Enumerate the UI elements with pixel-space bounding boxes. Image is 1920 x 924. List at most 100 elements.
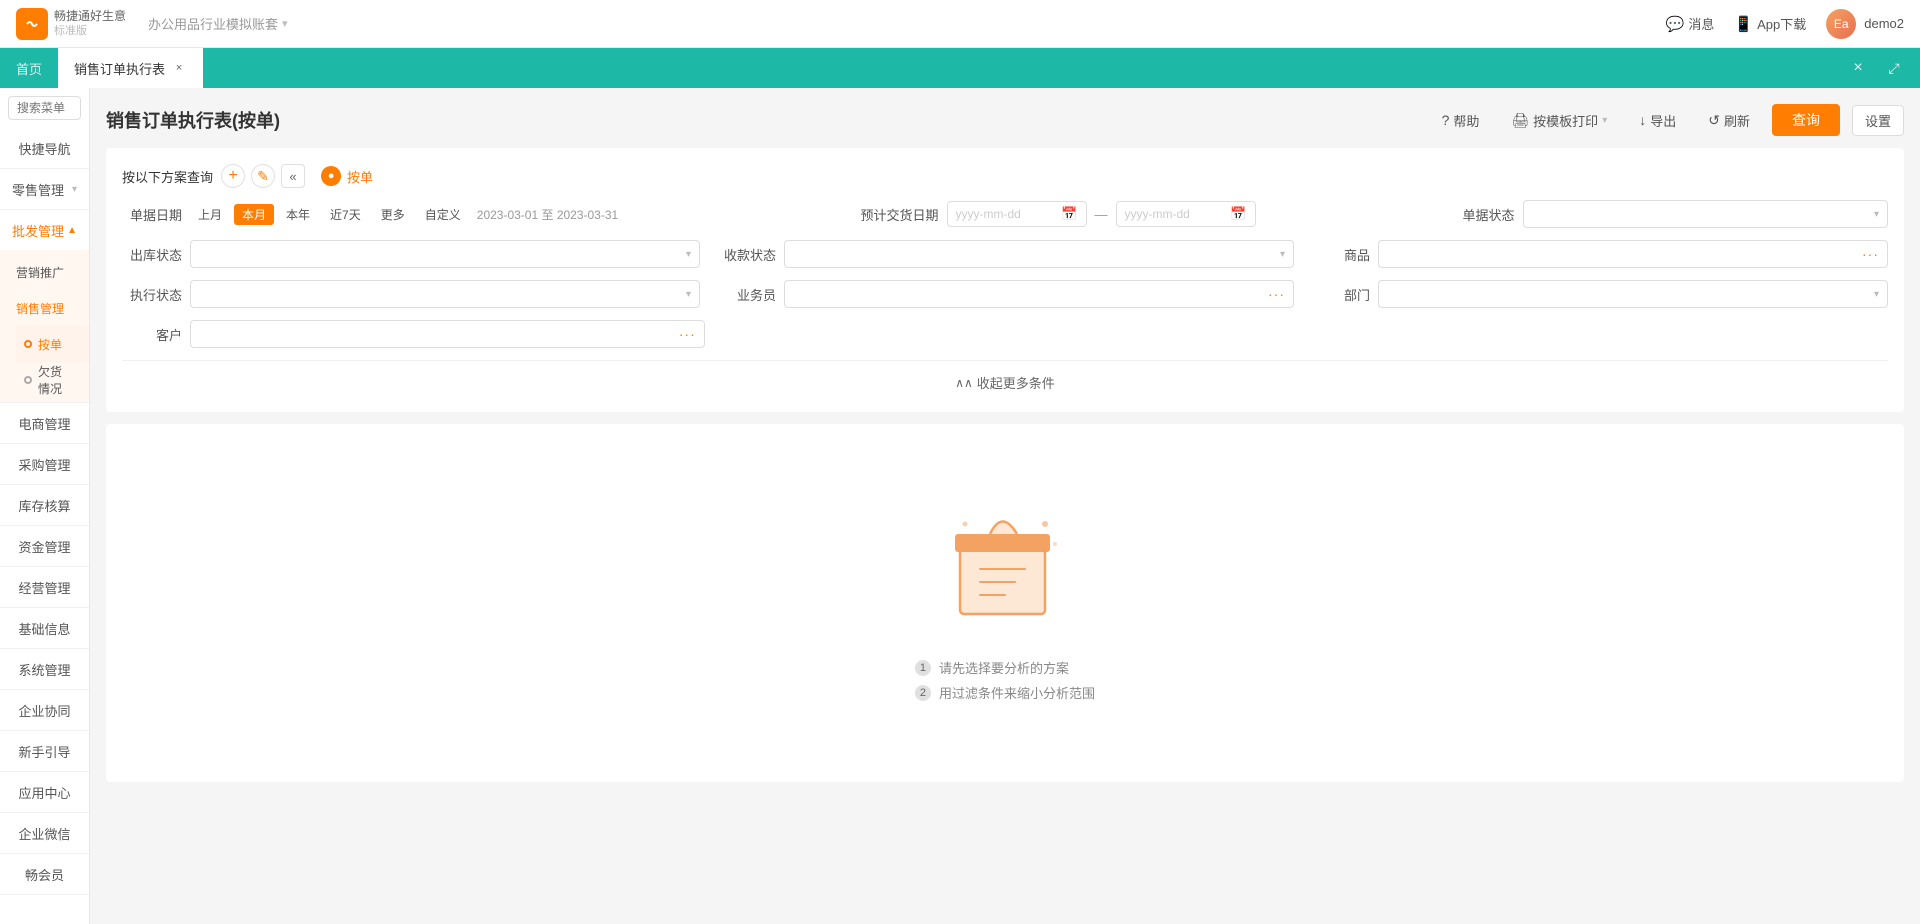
collapse-more-btn[interactable]: ∧∧ 收起更多条件 (943, 369, 1067, 396)
top-header: 畅捷通好生意 标准版 办公用品行业模拟账套 ▾ 💬 消息 📱 App下载 Ea … (0, 0, 1920, 48)
expected-date-group: yyyy-mm-dd 📅 — yyyy-mm-dd 📅 (947, 201, 1439, 227)
filter-dept-field: 部门 ▾ (1310, 280, 1888, 308)
sidebar-item-ecom[interactable]: 电商管理 (0, 403, 89, 443)
filter-toolbar: 按以下方案查询 + ✎ « ● 按单 (122, 164, 1888, 188)
sidebar-item-system[interactable]: 系统管理 (0, 649, 89, 689)
sidebar-item-coop[interactable]: 企业协同 (0, 690, 89, 730)
collect-select[interactable]: ▾ (784, 240, 1294, 268)
tab-close-window-btn[interactable]: × (1844, 54, 1872, 82)
goods-select[interactable]: ··· (1378, 240, 1888, 268)
dept-select[interactable]: ▾ (1378, 280, 1888, 308)
dot-icon (24, 376, 32, 384)
filter-row-1: 单据日期 上月 本月 本年 近7天 更多 自定义 2023-03-01 至 20… (122, 200, 1888, 228)
edit-scheme-btn[interactable]: ✎ (251, 164, 275, 188)
exec-select[interactable]: ▾ (190, 280, 700, 308)
query-btn[interactable]: 查询 (1772, 104, 1840, 136)
sidebar-item-apps[interactable]: 应用中心 (0, 772, 89, 812)
date-tab-last-month[interactable]: 上月 (190, 204, 230, 225)
empty-lines: 1 请先选择要分析的方案 2 用过滤条件来缩小分析范围 (915, 658, 1095, 702)
logo-icon (16, 8, 48, 40)
tab-expand-btn[interactable]: ⤢ (1880, 54, 1908, 82)
sidebar-item-wechat[interactable]: 企业微信 (0, 813, 89, 853)
sidebar-item-shortcut[interactable]: 快捷导航 (0, 128, 89, 168)
sidebar-sub-items: 按单 欠货情况 (0, 326, 89, 398)
filter-goods-field: 商品 ··· (1310, 240, 1888, 268)
logo-text-area: 畅捷通好生意 标准版 (54, 9, 126, 39)
delivery-select[interactable]: ▾ (190, 240, 700, 268)
filter-row-2: 出库状态 ▾ 收款状态 ▾ 商品 (122, 240, 1888, 268)
sidebar-wholesale-expanded: 营销推广 销售管理 按单 欠货情况 (0, 250, 89, 402)
collect-label: 收款状态 (716, 245, 776, 264)
collapse-sidebar-btn[interactable]: « (281, 164, 305, 188)
export-icon: ↓ (1639, 112, 1646, 128)
customer-select[interactable]: ··· (190, 320, 705, 348)
add-scheme-btn[interactable]: + (221, 164, 245, 188)
date-tab-this-month[interactable]: 本月 (234, 204, 274, 225)
date-field-label: 单据日期 (122, 205, 182, 224)
filter-collect-field: 收款状态 ▾ (716, 240, 1294, 268)
sidebar: 快捷导航 零售管理 ▾ 批发管理 ▲ 营销推广 销售管理 按单 (0, 88, 90, 924)
print-btn[interactable]: 🖨 按模板打印 ▾ (1501, 106, 1617, 135)
expected-date-label: 预计交货日期 (861, 205, 939, 224)
date-tab-more[interactable]: 更多 (373, 204, 413, 225)
empty-line-2: 2 用过滤条件来缩小分析范围 (915, 683, 1095, 702)
user-name: demo2 (1864, 16, 1904, 31)
sidebar-item-ops[interactable]: 经营管理 (0, 567, 89, 607)
header-left: 畅捷通好生意 标准版 办公用品行业模拟账套 ▾ (16, 8, 288, 40)
sidebar-sub-item-backorder[interactable]: 欠货情况 (16, 362, 89, 398)
help-btn[interactable]: ? 帮助 (1432, 106, 1490, 135)
date-to-placeholder: yyyy-mm-dd (1125, 207, 1190, 221)
refresh-btn[interactable]: ↺ 刷新 (1698, 106, 1760, 135)
current-app-title[interactable]: 办公用品行业模拟账套 ▾ (148, 14, 288, 33)
filter-date-field: 单据日期 上月 本月 本年 近7天 更多 自定义 2023-03-01 至 20… (122, 204, 845, 225)
date-tab-custom[interactable]: 自定义 (417, 204, 469, 225)
status-select[interactable]: ▾ (1523, 200, 1889, 228)
settings-btn[interactable]: 设置 (1852, 105, 1904, 136)
sidebar-item-wholesale[interactable]: 批发管理 ▲ (0, 210, 89, 250)
export-btn[interactable]: ↓ 导出 (1629, 106, 1686, 135)
sidebar-section-coop: 企业协同 (0, 690, 89, 731)
scheme-item[interactable]: ● 按单 (321, 166, 373, 186)
salesman-select[interactable]: ··· (784, 280, 1294, 308)
goods-label: 商品 (1310, 245, 1370, 264)
sidebar-section-inventory: 库存核算 (0, 485, 89, 526)
tab-home[interactable]: 首页 (0, 48, 58, 88)
message-btn[interactable]: 💬 消息 (1666, 14, 1715, 33)
sidebar-item-basic[interactable]: 基础信息 (0, 608, 89, 648)
sidebar-item-purchase[interactable]: 采购管理 (0, 444, 89, 484)
filter-delivery-field: 出库状态 ▾ (122, 240, 700, 268)
sidebar-item-finance[interactable]: 资金管理 (0, 526, 89, 566)
sidebar-item-retail[interactable]: 零售管理 ▾ (0, 169, 89, 209)
goods-dots: ··· (1862, 246, 1879, 262)
sidebar-section-newbie: 新手引导 (0, 731, 89, 772)
scheme-icon: ● (321, 166, 341, 186)
page-actions: ? 帮助 🖨 按模板打印 ▾ ↓ 导出 ↺ 刷新 查询 设置 (1432, 104, 1904, 136)
sidebar-item-inventory[interactable]: 库存核算 (0, 485, 89, 525)
dot-icon-active (24, 340, 32, 348)
sidebar-section-system: 系统管理 (0, 649, 89, 690)
expected-date-from[interactable]: yyyy-mm-dd 📅 (947, 201, 1087, 227)
app-download-btn[interactable]: 📱 App下载 (1734, 14, 1806, 33)
empty-state: 1 请先选择要分析的方案 2 用过滤条件来缩小分析范围 (106, 424, 1904, 782)
date-tab-this-year[interactable]: 本年 (278, 204, 318, 225)
sidebar-sub-item-by-order[interactable]: 按单 (16, 326, 89, 362)
expected-date-to[interactable]: yyyy-mm-dd 📅 (1116, 201, 1256, 227)
customer-dots: ··· (679, 326, 696, 342)
tab-active[interactable]: 销售订单执行表 × (58, 48, 203, 88)
sidebar-item-sales[interactable]: 销售管理 (0, 290, 89, 326)
date-tabs: 上月 本月 本年 近7天 更多 自定义 2023-03-01 至 2023-03… (190, 204, 618, 225)
sidebar-item-member[interactable]: 畅会员 (0, 854, 89, 894)
empty-illustration (935, 504, 1075, 634)
sidebar-item-marketing[interactable]: 营销推广 (0, 254, 89, 290)
tab-close-btn[interactable]: × (171, 60, 187, 76)
date-from-placeholder: yyyy-mm-dd (956, 207, 1021, 221)
empty-num-1: 1 (915, 660, 931, 676)
filter-expected-date-field: 预计交货日期 yyyy-mm-dd 📅 — yyyy-mm-dd 📅 (861, 201, 1439, 227)
date-tab-7days[interactable]: 近7天 (322, 204, 369, 225)
sidebar-section-member: 畅会员 (0, 854, 89, 895)
app-name: 畅捷通好生意 (54, 9, 126, 25)
download-icon: 📱 (1734, 15, 1753, 33)
search-input[interactable] (8, 96, 81, 120)
user-area[interactable]: Ea demo2 (1826, 9, 1904, 39)
sidebar-item-newbie[interactable]: 新手引导 (0, 731, 89, 771)
